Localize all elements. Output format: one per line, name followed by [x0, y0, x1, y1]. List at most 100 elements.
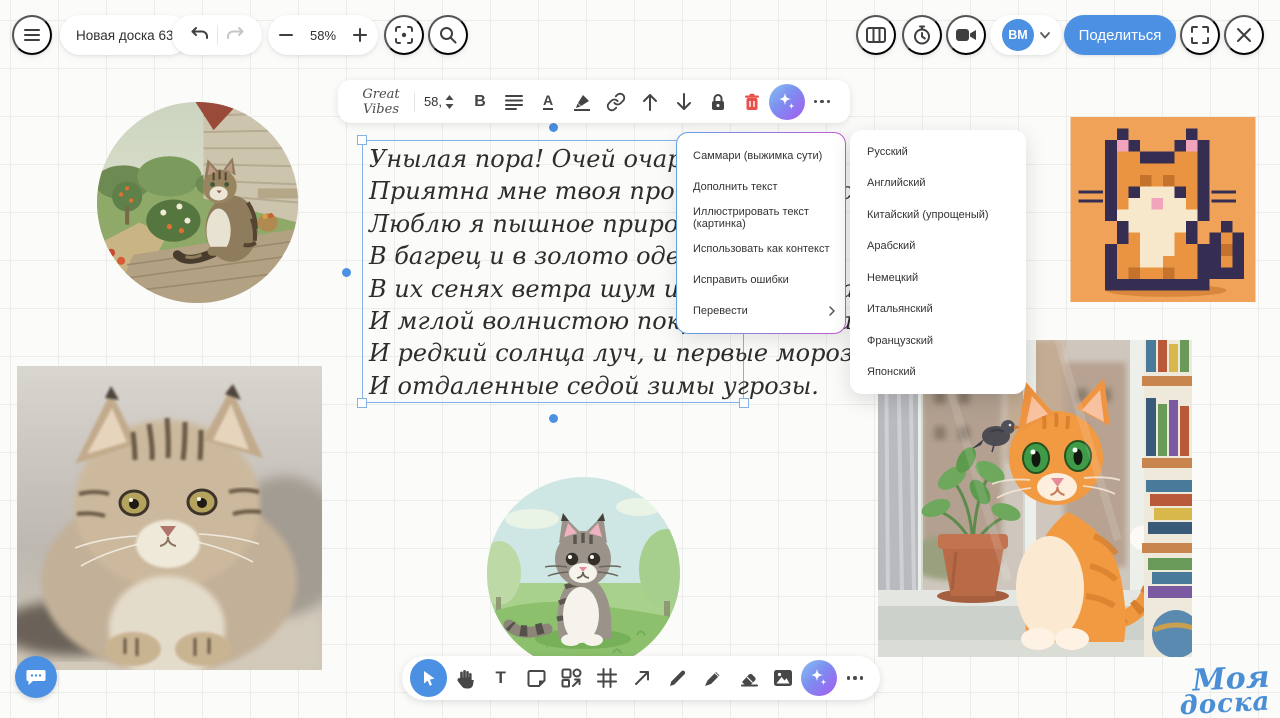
close-icon — [1237, 28, 1251, 42]
marker-tool-button[interactable] — [695, 658, 729, 698]
search-button[interactable] — [428, 15, 468, 55]
lock-icon — [712, 93, 724, 110]
font-size-value: 58, — [423, 94, 443, 109]
shapes-tool-button[interactable] — [554, 658, 588, 698]
lang-item-french[interactable]: Французский — [850, 325, 1026, 357]
menu-item-use-as-context[interactable]: Использовать как контекст — [677, 233, 845, 264]
lang-item-japanese[interactable]: Японский — [850, 357, 1026, 389]
timer-icon — [914, 25, 930, 45]
poem-line: И отдаленные седой зимы угрозы. — [369, 371, 819, 400]
text-color-icon: A — [542, 92, 554, 110]
arrow-icon — [634, 671, 649, 685]
zoom-out-button[interactable] — [269, 15, 303, 55]
bold-button[interactable]: B — [463, 85, 497, 119]
text-tool-button[interactable]: T — [484, 658, 518, 698]
fullscreen-button[interactable] — [1180, 15, 1220, 55]
timer-button[interactable] — [902, 15, 942, 55]
lang-item-russian[interactable]: Русский — [850, 136, 1026, 168]
text-tool-icon: T — [495, 668, 506, 687]
connector-dot-top[interactable] — [549, 123, 558, 132]
avatar-initials: BM — [1008, 28, 1028, 42]
lock-button[interactable] — [701, 85, 735, 119]
board-name-pill[interactable]: Новая доска 63 — [60, 15, 190, 55]
hand-tool-button[interactable] — [448, 658, 482, 698]
redo-button[interactable] — [218, 15, 252, 55]
eraser-icon — [740, 673, 758, 686]
pencil-icon — [669, 670, 685, 686]
share-button[interactable]: Поделиться — [1064, 15, 1176, 55]
pencil-tool-button[interactable] — [660, 658, 694, 698]
plus-icon — [353, 28, 367, 42]
arrow-up-icon — [643, 93, 657, 111]
font-family-select[interactable]: Great Vibes — [348, 87, 414, 117]
bold-icon: B — [474, 92, 486, 110]
undo-button[interactable] — [183, 15, 217, 55]
highlight-icon — [574, 94, 590, 111]
painting-cat-illustration — [97, 102, 298, 303]
align-button[interactable] — [497, 85, 531, 119]
canvas-image-pixel-cat[interactable] — [1070, 117, 1256, 302]
marker-icon — [705, 671, 720, 686]
search-icon — [440, 27, 457, 44]
redo-icon — [226, 27, 243, 39]
main-menu-button[interactable] — [12, 15, 52, 55]
ai-sparkle-icon — [779, 92, 795, 109]
zoom-level[interactable]: 58% — [303, 28, 343, 43]
menu-item-summary[interactable]: Саммари (выжимка сути) — [677, 140, 845, 171]
frame-tool-button[interactable] — [590, 658, 624, 698]
lang-item-arabic[interactable]: Арабский — [850, 231, 1026, 263]
canvas-image-cartoon-kitten-circle[interactable] — [487, 477, 680, 670]
menu-item-illustrate[interactable]: Иллюстрировать текст (картинка) — [677, 202, 845, 233]
eraser-tool-button[interactable] — [731, 658, 765, 698]
fullscreen-icon — [1191, 26, 1209, 44]
minus-icon — [279, 34, 293, 36]
highlight-button[interactable] — [565, 85, 599, 119]
more-tools-button[interactable] — [838, 658, 872, 698]
ai-assistant-button[interactable] — [769, 83, 805, 120]
lang-item-chinese[interactable]: Китайский (упрощеный) — [850, 199, 1026, 231]
video-button[interactable] — [946, 15, 986, 55]
translate-language-submenu: Русский Английский Китайский (упрощеный)… — [850, 130, 1026, 394]
selection-handle-bottom-right[interactable] — [739, 398, 749, 408]
lang-item-english[interactable]: Английский — [850, 168, 1026, 200]
more-options-button[interactable] — [805, 85, 839, 119]
select-tool-button[interactable] — [410, 659, 448, 697]
connector-dot-left[interactable] — [342, 268, 351, 277]
image-tool-button[interactable] — [766, 658, 800, 698]
menu-item-fix-errors[interactable]: Исправить ошибки — [677, 264, 845, 295]
menu-item-translate[interactable]: Перевести — [677, 295, 845, 326]
close-board-button[interactable] — [1224, 15, 1264, 55]
sticky-note-tool-button[interactable] — [519, 658, 553, 698]
account-menu[interactable]: BM — [990, 15, 1062, 55]
cursor-icon — [423, 671, 435, 686]
canvas-image-painting-cat-circle[interactable] — [97, 100, 298, 305]
comments-button[interactable] — [15, 656, 57, 698]
canvas-image-kitten-photo[interactable] — [17, 366, 322, 670]
chevron-down-icon — [1040, 31, 1050, 39]
zoom-pill: 58% — [268, 15, 378, 55]
avatar: BM — [1002, 19, 1034, 51]
connector-dot-bottom[interactable] — [549, 414, 558, 423]
shapes-icon — [561, 668, 582, 688]
ai-tool-button[interactable] — [801, 660, 837, 696]
panels-button[interactable] — [856, 15, 896, 55]
text-color-button[interactable]: A — [531, 85, 565, 119]
sticky-note-icon — [527, 669, 546, 687]
lang-item-italian[interactable]: Итальянский — [850, 294, 1026, 326]
arrow-tool-button[interactable] — [625, 658, 659, 698]
selection-handle-top-left[interactable] — [357, 135, 367, 145]
send-backward-button[interactable] — [667, 85, 701, 119]
link-button[interactable] — [599, 85, 633, 119]
bring-forward-button[interactable] — [633, 85, 667, 119]
zoom-in-button[interactable] — [343, 15, 377, 55]
lang-item-german[interactable]: Немецкий — [850, 262, 1026, 294]
ai-context-menu: Саммари (выжимка сути) Дополнить текст И… — [676, 132, 846, 334]
focus-frame-icon — [395, 26, 413, 44]
focus-frame-button[interactable] — [384, 15, 424, 55]
chat-bubble-icon — [26, 670, 46, 685]
font-size-stepper[interactable]: 58, — [415, 94, 463, 109]
delete-button[interactable] — [735, 85, 769, 119]
menu-item-extend-text[interactable]: Дополнить текст — [677, 171, 845, 202]
whiteboard-app: { "app": { "logo_line1": "Моя", "logo_li… — [0, 0, 1280, 718]
selection-handle-bottom-left[interactable] — [357, 398, 367, 408]
